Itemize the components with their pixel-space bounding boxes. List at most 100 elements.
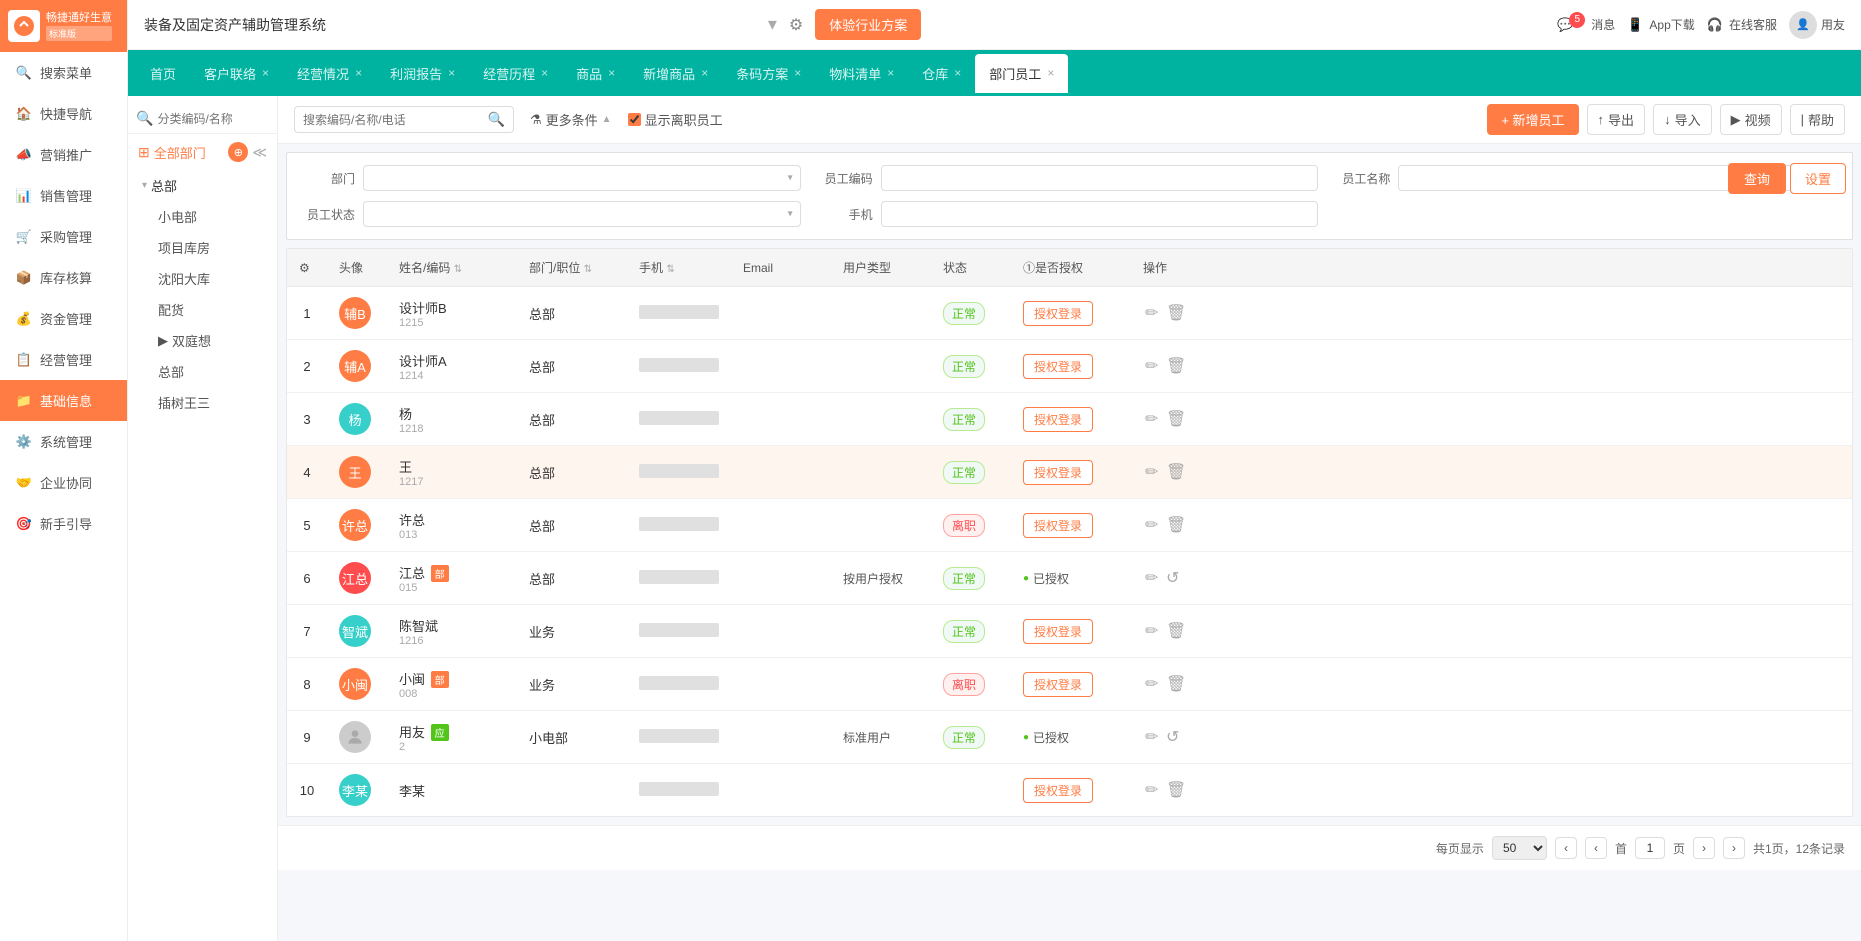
user-menu[interactable]: 👤 用友 bbox=[1789, 11, 1845, 39]
tab-employees-close[interactable]: × bbox=[1047, 66, 1054, 80]
edit-btn[interactable]: ✏ bbox=[1143, 515, 1160, 536]
auth-btn[interactable]: 授权登录 bbox=[1023, 619, 1093, 644]
auth-btn[interactable]: 授权登录 bbox=[1023, 301, 1093, 326]
filter-search-input[interactable] bbox=[303, 113, 484, 127]
help-btn[interactable]: | 帮助 bbox=[1790, 104, 1845, 135]
delete-btn[interactable]: 🗑 bbox=[1164, 303, 1188, 324]
sidebar-item-guide[interactable]: 🎯 新手引导 bbox=[0, 503, 127, 544]
delete-btn[interactable]: ↺ bbox=[1164, 568, 1181, 589]
sidebar-item-search[interactable]: 🔍 搜索菜单 bbox=[0, 52, 127, 93]
delete-btn[interactable]: 🗑 bbox=[1164, 674, 1188, 695]
tab-history[interactable]: 经营历程 × bbox=[469, 54, 562, 93]
dept-item-project[interactable]: 项目库房 bbox=[128, 232, 277, 263]
auth-btn[interactable]: 授权登录 bbox=[1023, 778, 1093, 803]
dept-item-shenyang[interactable]: 沈阳大库 bbox=[128, 263, 277, 294]
tab-warehouse-close[interactable]: × bbox=[954, 66, 961, 80]
delete-btn[interactable]: 🗑 bbox=[1164, 780, 1188, 801]
topbar-dropdown-icon[interactable]: ▾ bbox=[768, 14, 777, 35]
sidebar-item-marketing[interactable]: 📣 营销推广 bbox=[0, 134, 127, 175]
tab-new-goods[interactable]: 新增商品 × bbox=[629, 54, 722, 93]
show-resign-checkbox[interactable] bbox=[628, 113, 641, 126]
tab-bom[interactable]: 物料清单 × bbox=[815, 54, 908, 93]
auth-btn[interactable]: 授权登录 bbox=[1023, 672, 1093, 697]
prev-page-btn[interactable]: ‹ bbox=[1585, 837, 1607, 859]
dept-item-chashuwangsan[interactable]: 插树王三 bbox=[128, 387, 277, 418]
edit-btn[interactable]: ✏ bbox=[1143, 409, 1160, 430]
dept-item-peihuo[interactable]: 配货 bbox=[128, 294, 277, 325]
sidebar-item-system[interactable]: ⚙️ 系统管理 bbox=[0, 421, 127, 462]
search-btn[interactable]: 查询 bbox=[1728, 163, 1786, 194]
trial-btn[interactable]: 体验行业方案 bbox=[815, 9, 921, 40]
next-page-btn[interactable]: › bbox=[1693, 837, 1715, 859]
sidebar-item-purchase[interactable]: 🛒 采购管理 bbox=[0, 216, 127, 257]
phone-input[interactable] bbox=[881, 201, 1319, 227]
delete-btn[interactable]: 🗑 bbox=[1164, 621, 1188, 642]
edit-btn[interactable]: ✏ bbox=[1143, 568, 1160, 589]
service-btn[interactable]: 🎧 在线客服 bbox=[1707, 16, 1777, 33]
tab-barcode[interactable]: 条码方案 × bbox=[722, 54, 815, 93]
edit-btn[interactable]: ✏ bbox=[1143, 674, 1160, 695]
edit-btn[interactable]: ✏ bbox=[1143, 727, 1160, 748]
tab-home[interactable]: 首页 bbox=[136, 54, 190, 93]
tab-new-goods-close[interactable]: × bbox=[701, 66, 708, 80]
import-btn[interactable]: ↓ 导入 bbox=[1653, 104, 1712, 135]
sidebar-item-sales[interactable]: 📊 销售管理 bbox=[0, 175, 127, 216]
filter-more-btn[interactable]: ⚗ 更多条件 ▲ bbox=[522, 106, 620, 133]
emp-status-select[interactable] bbox=[363, 201, 801, 227]
tab-barcode-close[interactable]: × bbox=[794, 66, 801, 80]
export-btn[interactable]: ↑ 导出 bbox=[1587, 104, 1646, 135]
edit-btn[interactable]: ✏ bbox=[1143, 303, 1160, 324]
dept-item-xiaodibu[interactable]: 小电部 bbox=[128, 201, 277, 232]
show-resign-filter[interactable]: 显示离职员工 bbox=[628, 110, 723, 129]
tab-operation-close[interactable]: × bbox=[355, 66, 362, 80]
dept-item-zongbu[interactable]: 总部 bbox=[128, 356, 277, 387]
sidebar-item-collab[interactable]: 🤝 企业协同 bbox=[0, 462, 127, 503]
sidebar-item-basic-info[interactable]: 📁 基础信息 bbox=[0, 380, 127, 421]
view-btn[interactable]: ▶ 视频 bbox=[1720, 104, 1782, 135]
first-page-btn[interactable]: ‹ bbox=[1555, 837, 1577, 859]
auth-btn[interactable]: 授权登录 bbox=[1023, 354, 1093, 379]
delete-btn[interactable]: 🗑 bbox=[1164, 515, 1188, 536]
tab-customer-close[interactable]: × bbox=[262, 66, 269, 80]
delete-btn[interactable]: 🗑 bbox=[1164, 462, 1188, 483]
sidebar-item-finance[interactable]: 💰 资金管理 bbox=[0, 298, 127, 339]
auth-btn[interactable]: 授权登录 bbox=[1023, 460, 1093, 485]
tab-goods[interactable]: 商品 × bbox=[562, 54, 629, 93]
delete-btn[interactable]: 🗑 bbox=[1164, 356, 1188, 377]
tab-bom-close[interactable]: × bbox=[887, 66, 894, 80]
col-phone[interactable]: 手机 ⇅ bbox=[627, 249, 731, 287]
col-settings[interactable]: ⚙ bbox=[287, 249, 327, 287]
sidebar-item-quicknav[interactable]: 🏠 快捷导航 bbox=[0, 93, 127, 134]
col-name[interactable]: 姓名/编码 ⇅ bbox=[387, 249, 517, 287]
dept-edit-btn[interactable]: ⊕ bbox=[228, 142, 248, 162]
tab-profit-close[interactable]: × bbox=[448, 66, 455, 80]
dept-select[interactable] bbox=[363, 165, 801, 191]
delete-btn[interactable]: ↺ bbox=[1164, 727, 1181, 748]
last-page-btn[interactable]: › bbox=[1723, 837, 1745, 859]
tab-history-close[interactable]: × bbox=[541, 66, 548, 80]
download-btn[interactable]: 📱 App下载 bbox=[1627, 16, 1695, 33]
message-btn[interactable]: 💬 5 消息 bbox=[1557, 16, 1615, 33]
auth-btn[interactable]: 授权登录 bbox=[1023, 513, 1093, 538]
sidebar-item-inventory[interactable]: 📦 库存核算 bbox=[0, 257, 127, 298]
settings-btn[interactable]: 设置 bbox=[1790, 163, 1846, 194]
col-dept[interactable]: 部门/职位 ⇅ bbox=[517, 249, 627, 287]
tab-goods-close[interactable]: × bbox=[608, 66, 615, 80]
tab-employees[interactable]: 部门员工 × bbox=[975, 54, 1068, 93]
emp-code-input[interactable] bbox=[881, 165, 1319, 191]
per-page-select[interactable]: 50 100 bbox=[1492, 836, 1547, 860]
dept-search-input[interactable] bbox=[157, 112, 269, 126]
tab-customer[interactable]: 客户联络 × bbox=[190, 54, 283, 93]
tab-warehouse[interactable]: 仓库 × bbox=[908, 54, 975, 93]
topbar-gear-btn[interactable]: ⚙ bbox=[789, 15, 803, 35]
delete-btn[interactable]: 🗑 bbox=[1164, 409, 1188, 430]
edit-btn[interactable]: ✏ bbox=[1143, 780, 1160, 801]
dept-all-btn[interactable]: ⊞ 全部部门 bbox=[138, 143, 206, 162]
edit-btn[interactable]: ✏ bbox=[1143, 356, 1160, 377]
dept-item-shuangting[interactable]: ▶ 双庭想 bbox=[128, 325, 277, 356]
dept-collapse-btn[interactable]: ≪ bbox=[252, 144, 267, 161]
tab-profit[interactable]: 利润报告 × bbox=[376, 54, 469, 93]
edit-btn[interactable]: ✏ bbox=[1143, 462, 1160, 483]
auth-btn[interactable]: 授权登录 bbox=[1023, 407, 1093, 432]
sidebar-item-management[interactable]: 📋 经营管理 bbox=[0, 339, 127, 380]
